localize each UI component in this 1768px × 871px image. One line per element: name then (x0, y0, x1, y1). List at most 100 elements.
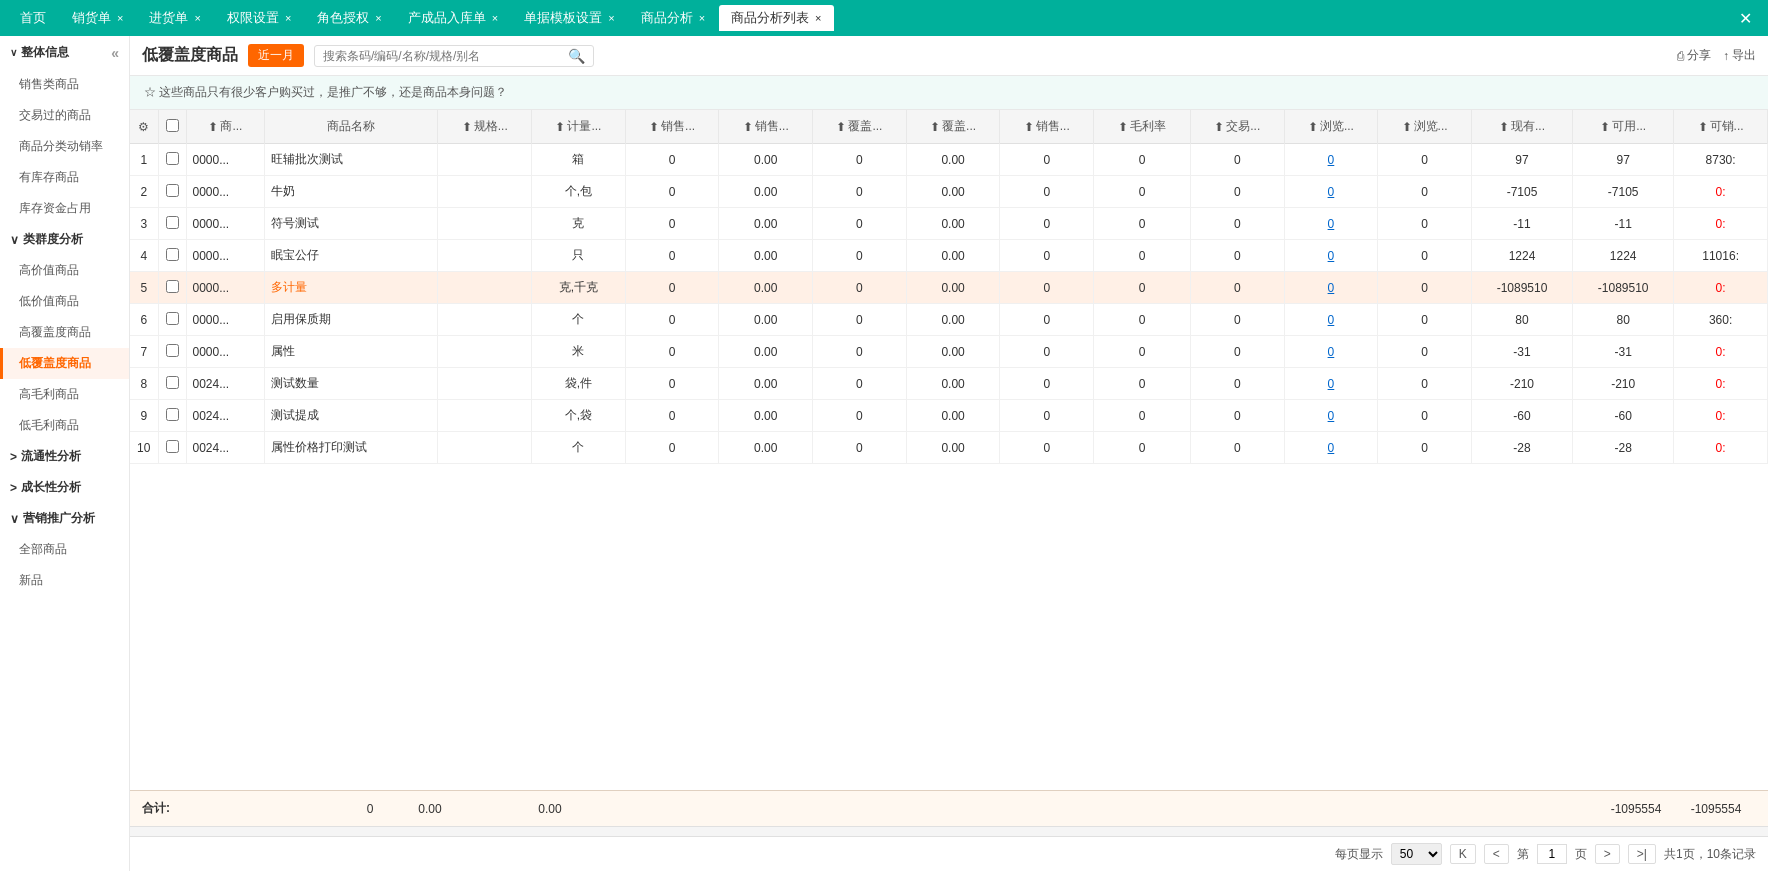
col-header-cover2[interactable]: ⬆覆盖... (906, 110, 1000, 144)
search-input[interactable] (323, 49, 568, 63)
col-header-sales-amount[interactable]: ⬆销售... (719, 110, 813, 144)
col-header-browse1[interactable]: ⬆浏览... (1284, 110, 1378, 144)
sidebar-section-cluster[interactable]: ∨ 类群度分析 (0, 224, 129, 255)
row-browse1[interactable]: 0 (1284, 432, 1378, 464)
col-header-gross-margin[interactable]: ⬆毛利率 (1094, 110, 1191, 144)
window-close-button[interactable]: ✕ (1731, 9, 1760, 28)
select-all-checkbox[interactable] (166, 119, 179, 132)
time-filter-button[interactable]: 近一月 (248, 44, 304, 67)
export-button[interactable]: ↑ 导出 (1723, 47, 1756, 64)
row-browse1[interactable]: 0 (1284, 208, 1378, 240)
row-checkbox[interactable] (158, 240, 186, 272)
sidebar-section-overall[interactable]: ∨ 整体信息 « (0, 36, 129, 69)
row-browse1[interactable]: 0 (1284, 240, 1378, 272)
next-page-button[interactable]: > (1595, 844, 1620, 864)
row-browse1[interactable]: 0 (1284, 176, 1378, 208)
row-checkbox[interactable] (158, 144, 186, 176)
sidebar-section-marketing[interactable]: ∨ 营销推广分析 (0, 503, 129, 534)
close-icon[interactable]: × (194, 12, 200, 24)
col-header-sellable[interactable]: ⬆可销... (1674, 110, 1768, 144)
row-checkbox[interactable] (158, 432, 186, 464)
col-header-spec[interactable]: ⬆规格... (438, 110, 532, 144)
first-page-button[interactable]: K (1450, 844, 1476, 864)
settings-column-header[interactable]: ⚙ (130, 110, 158, 144)
row-checkbox[interactable] (158, 208, 186, 240)
nav-tab-permissions[interactable]: 权限设置 × (215, 5, 303, 31)
row-checkbox[interactable] (158, 176, 186, 208)
row-checkbox[interactable] (158, 272, 186, 304)
row-checkbox[interactable] (158, 368, 186, 400)
nav-tab-sales[interactable]: 销货单 × (60, 5, 135, 31)
col-header-trade[interactable]: ⬆交易... (1190, 110, 1284, 144)
row-name[interactable]: 牛奶 (265, 176, 438, 208)
row-name[interactable]: 眠宝公仔 (265, 240, 438, 272)
col-header-unit[interactable]: ⬆计量... (532, 110, 626, 144)
row-cover2: 0.00 (906, 368, 1000, 400)
nav-tab-warehouse[interactable]: 产成品入库单 × (396, 5, 510, 31)
row-browse1[interactable]: 0 (1284, 400, 1378, 432)
sidebar-item-high-coverage[interactable]: 高覆盖度商品 (0, 317, 129, 348)
row-name[interactable]: 属性 (265, 336, 438, 368)
sidebar-item-new-goods[interactable]: 新品 (0, 565, 129, 596)
close-icon[interactable]: × (815, 12, 821, 24)
prev-page-button[interactable]: < (1484, 844, 1509, 864)
row-browse1[interactable]: 0 (1284, 272, 1378, 304)
sidebar-collapse-button[interactable]: « (111, 45, 119, 61)
row-name[interactable]: 属性价格打印测试 (265, 432, 438, 464)
row-num: 8 (130, 368, 158, 400)
col-header-available[interactable]: ⬆可用... (1573, 110, 1674, 144)
row-browse1[interactable]: 0 (1284, 368, 1378, 400)
sidebar-section-growth[interactable]: > 成长性分析 (0, 472, 129, 503)
sidebar-item-traded-goods[interactable]: 交易过的商品 (0, 100, 129, 131)
row-checkbox[interactable] (158, 400, 186, 432)
sidebar-item-stock-fund[interactable]: 库存资金占用 (0, 193, 129, 224)
close-icon[interactable]: × (492, 12, 498, 24)
row-name[interactable]: 测试提成 (265, 400, 438, 432)
row-name[interactable]: 多计量 (265, 272, 438, 304)
close-icon[interactable]: × (117, 12, 123, 24)
col-header-code[interactable]: ⬆商... (186, 110, 265, 144)
nav-tab-analysis[interactable]: 商品分析 × (629, 5, 717, 31)
sidebar-item-category-rate[interactable]: 商品分类动销率 (0, 131, 129, 162)
sidebar-item-in-stock[interactable]: 有库存商品 (0, 162, 129, 193)
row-name[interactable]: 启用保质期 (265, 304, 438, 336)
row-browse1[interactable]: 0 (1284, 144, 1378, 176)
nav-tab-analysis-list[interactable]: 商品分析列表 × (719, 5, 833, 31)
row-name[interactable]: 测试数量 (265, 368, 438, 400)
col-header-sales-qty[interactable]: ⬆销售... (625, 110, 719, 144)
nav-tab-home[interactable]: 首页 (8, 5, 58, 31)
close-icon[interactable]: × (608, 12, 614, 24)
sidebar-item-low-value[interactable]: 低价值商品 (0, 286, 129, 317)
share-button[interactable]: ⎙ 分享 (1677, 47, 1711, 64)
col-header-name[interactable]: 商品名称 (265, 110, 438, 144)
checkbox-column-header[interactable] (158, 110, 186, 144)
sidebar-item-low-coverage[interactable]: 低覆盖度商品 (0, 348, 129, 379)
sidebar-item-sales-goods[interactable]: 销售类商品 (0, 69, 129, 100)
row-sales-qty: 0 (625, 240, 719, 272)
row-name[interactable]: 旺辅批次测试 (265, 144, 438, 176)
nav-tab-template[interactable]: 单据模板设置 × (512, 5, 626, 31)
col-header-cover1[interactable]: ⬆覆盖... (813, 110, 907, 144)
close-icon[interactable]: × (285, 12, 291, 24)
col-header-current-stock[interactable]: ⬆现有... (1471, 110, 1572, 144)
row-browse1[interactable]: 0 (1284, 336, 1378, 368)
row-current-stock: -60 (1471, 400, 1572, 432)
sidebar-item-all-goods[interactable]: 全部商品 (0, 534, 129, 565)
sidebar-item-high-margin[interactable]: 高毛利商品 (0, 379, 129, 410)
col-header-sales3[interactable]: ⬆销售... (1000, 110, 1094, 144)
sidebar-section-liquidity[interactable]: > 流通性分析 (0, 441, 129, 472)
row-name[interactable]: 符号测试 (265, 208, 438, 240)
sidebar-item-high-value[interactable]: 高价值商品 (0, 255, 129, 286)
col-header-browse2[interactable]: ⬆浏览... (1378, 110, 1472, 144)
last-page-button[interactable]: >| (1628, 844, 1656, 864)
sidebar-item-low-margin[interactable]: 低毛利商品 (0, 410, 129, 441)
row-browse1[interactable]: 0 (1284, 304, 1378, 336)
page-number-input[interactable] (1537, 844, 1567, 864)
nav-tab-purchase[interactable]: 进货单 × (137, 5, 212, 31)
row-checkbox[interactable] (158, 336, 186, 368)
per-page-select[interactable]: 50 20 100 (1391, 843, 1442, 865)
row-checkbox[interactable] (158, 304, 186, 336)
close-icon[interactable]: × (375, 12, 381, 24)
close-icon[interactable]: × (699, 12, 705, 24)
nav-tab-roles[interactable]: 角色授权 × (305, 5, 393, 31)
